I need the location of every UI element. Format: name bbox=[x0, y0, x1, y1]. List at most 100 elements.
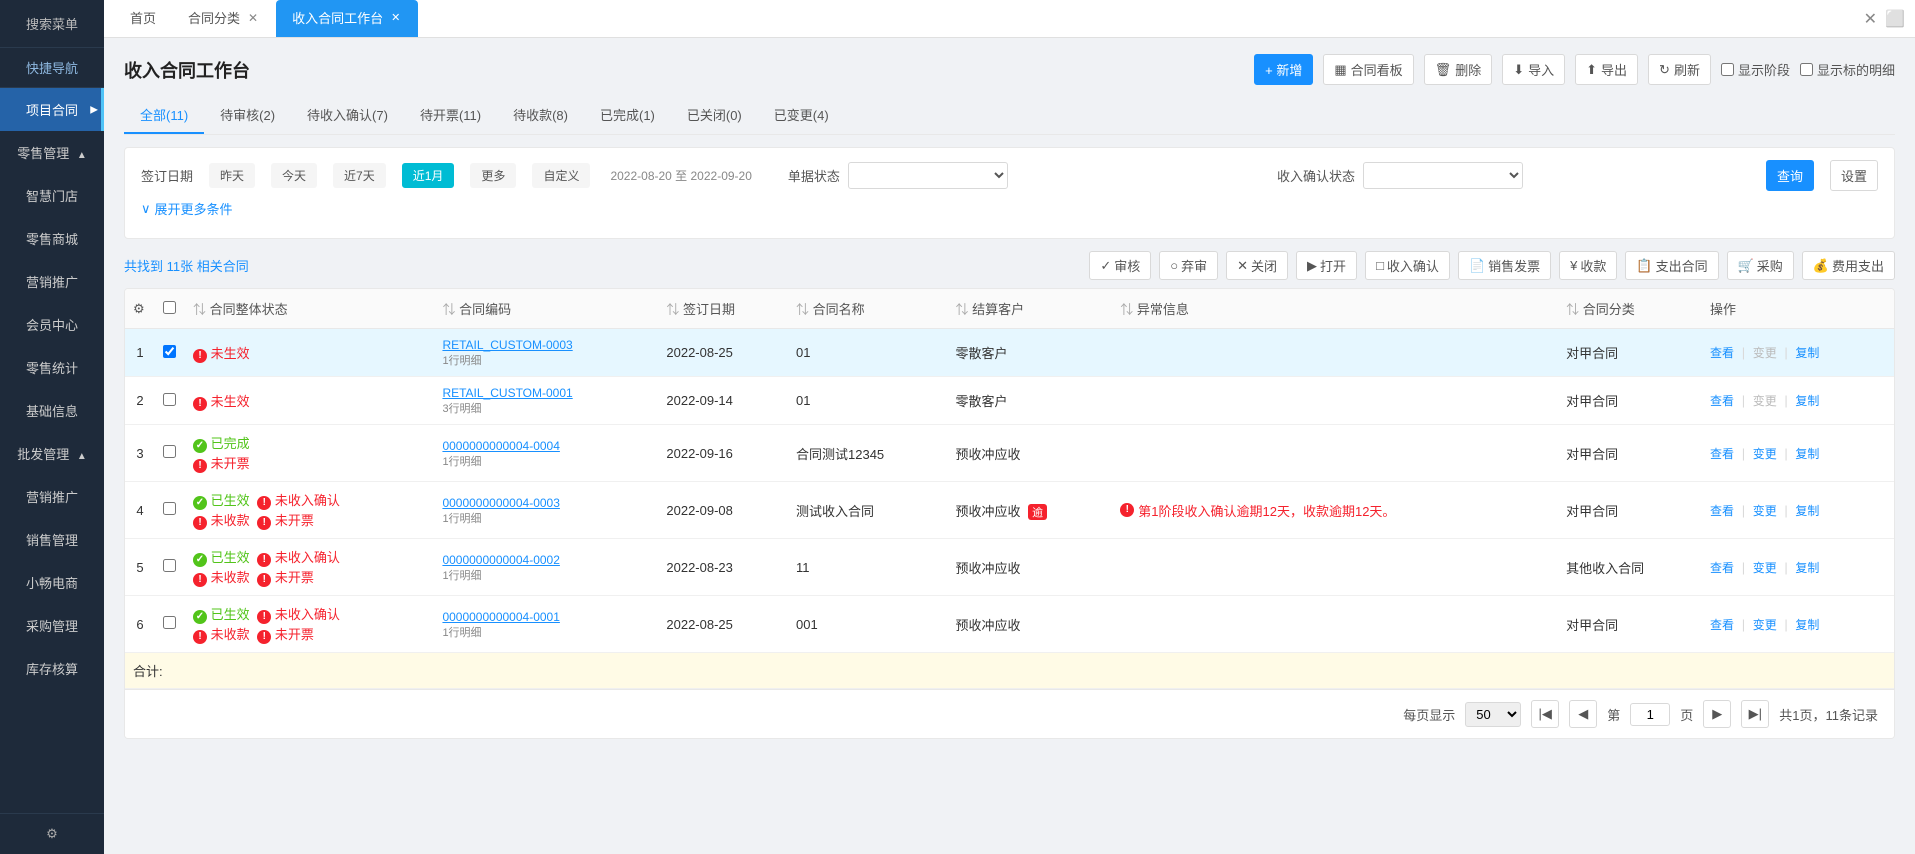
action-expense-contract-button[interactable]: 📋 支出合同 bbox=[1625, 251, 1718, 280]
tab-home[interactable]: 首页 bbox=[114, 0, 172, 37]
sidebar-item-inventory[interactable]: 库存核算 bbox=[0, 647, 104, 690]
sidebar-item-retail-mgmt[interactable]: 零售管理 ▲ bbox=[0, 131, 104, 174]
contract-code-link[interactable]: RETAIL_CUSTOM-0001 bbox=[442, 386, 572, 400]
change-button[interactable]: 变更 bbox=[1753, 561, 1777, 575]
page-size-select[interactable]: 50 10 20 100 bbox=[1465, 702, 1521, 727]
sidebar-item-marketing[interactable]: 营销推广 bbox=[0, 260, 104, 303]
sidebar-item-retail-stats[interactable]: 零售统计 bbox=[0, 346, 104, 389]
copy-button[interactable]: 复制 bbox=[1795, 561, 1819, 575]
filter-tag-today[interactable]: 今天 bbox=[271, 163, 317, 188]
sidebar-item-xiaochangec[interactable]: 小畅电商 bbox=[0, 561, 104, 604]
row-checkbox[interactable] bbox=[155, 482, 185, 539]
view-button[interactable]: 查看 bbox=[1710, 447, 1734, 461]
select-all-checkbox[interactable] bbox=[163, 301, 176, 314]
show-details-checkbox[interactable]: 显示标的明细 bbox=[1800, 60, 1895, 79]
row-checkbox[interactable] bbox=[155, 596, 185, 653]
action-review-button[interactable]: ✓ 审核 bbox=[1089, 251, 1151, 280]
sidebar-item-project[interactable]: 项目合同 ▶ bbox=[0, 88, 104, 131]
settings-button[interactable]: 设置 bbox=[1830, 160, 1878, 191]
status-tab-pending-income[interactable]: 待收入确认(7) bbox=[291, 97, 404, 134]
contract-code-link[interactable]: 0000000000004-0001 bbox=[442, 610, 559, 624]
action-collect-payment-button[interactable]: ¥ 收款 bbox=[1559, 251, 1617, 280]
status-tab-all[interactable]: 全部(11) bbox=[124, 97, 204, 134]
filter-tag-yesterday[interactable]: 昨天 bbox=[209, 163, 255, 188]
copy-button[interactable]: 复制 bbox=[1795, 504, 1819, 518]
query-button[interactable]: 查询 bbox=[1766, 160, 1814, 191]
contract-board-button[interactable]: ▦ 合同看板 bbox=[1323, 54, 1413, 85]
status-tab-closed[interactable]: 已关闭(0) bbox=[671, 97, 758, 134]
view-button[interactable]: 查看 bbox=[1710, 561, 1734, 575]
copy-button[interactable]: 复制 bbox=[1795, 618, 1819, 632]
tab-close-icon[interactable]: ✕ bbox=[246, 11, 260, 25]
view-button[interactable]: 查看 bbox=[1710, 618, 1734, 632]
contract-code-link[interactable]: 0000000000004-0002 bbox=[442, 553, 559, 567]
prev-page-button[interactable]: ◀ bbox=[1569, 700, 1597, 728]
refresh-button[interactable]: ↻ 刷新 bbox=[1648, 54, 1711, 85]
show-stage-checkbox[interactable]: 显示阶段 bbox=[1721, 60, 1790, 79]
status-tab-pending-payment[interactable]: 待收款(8) bbox=[497, 97, 584, 134]
action-open-button[interactable]: ▶ 打开 bbox=[1296, 251, 1357, 280]
action-purchase-button[interactable]: 🛒 采购 bbox=[1727, 251, 1794, 280]
sidebar-item-member[interactable]: 会员中心 bbox=[0, 303, 104, 346]
settings-icon[interactable]: ⚙ bbox=[133, 301, 145, 316]
new-button[interactable]: + 新增 bbox=[1254, 54, 1313, 85]
sidebar-nav[interactable]: 快捷导航 bbox=[0, 48, 104, 88]
copy-button[interactable]: 复制 bbox=[1795, 346, 1819, 360]
row-checkbox[interactable] bbox=[155, 377, 185, 425]
view-button[interactable]: 查看 bbox=[1710, 346, 1734, 360]
filter-tag-custom[interactable]: 自定义 bbox=[532, 163, 590, 188]
copy-button[interactable]: 复制 bbox=[1795, 394, 1819, 408]
sidebar-item-purchase-mgmt[interactable]: 采购管理 bbox=[0, 604, 104, 647]
action-sales-invoice-button[interactable]: 📄 销售发票 bbox=[1458, 251, 1551, 280]
last-page-button[interactable]: ▶| bbox=[1741, 700, 1769, 728]
sidebar-item-retail-mall[interactable]: 零售商城 bbox=[0, 217, 104, 260]
contract-code-link[interactable]: 0000000000004-0004 bbox=[442, 439, 559, 453]
income-confirm-select[interactable] bbox=[1363, 162, 1523, 189]
sidebar-settings[interactable]: ⚙ bbox=[0, 813, 104, 854]
tab-close-icon[interactable]: ✕ bbox=[389, 11, 402, 24]
view-button[interactable]: 查看 bbox=[1710, 394, 1734, 408]
action-expense-out-button[interactable]: 💰 费用支出 bbox=[1802, 251, 1895, 280]
page-input[interactable] bbox=[1630, 703, 1670, 726]
sidebar-item-sales-mgmt[interactable]: 销售管理 bbox=[0, 518, 104, 561]
change-button[interactable]: 变更 bbox=[1753, 618, 1777, 632]
th-checkbox[interactable] bbox=[155, 289, 185, 329]
filter-tag-7days[interactable]: 近7天 bbox=[333, 163, 386, 188]
contract-code-link[interactable]: RETAIL_CUSTOM-0003 bbox=[442, 338, 572, 352]
tab-income-contract[interactable]: 收入合同工作台 ✕ bbox=[276, 0, 418, 37]
doc-status-select[interactable] bbox=[848, 162, 1008, 189]
minimize-icon[interactable]: ✕ bbox=[1864, 9, 1877, 29]
tab-contract-category[interactable]: 合同分类 ✕ bbox=[172, 0, 276, 37]
row-checkbox[interactable] bbox=[155, 539, 185, 596]
th-settings[interactable]: ⚙ bbox=[125, 289, 155, 329]
copy-button[interactable]: 复制 bbox=[1795, 447, 1819, 461]
sidebar-item-wholesale-mgmt[interactable]: 批发管理 ▲ bbox=[0, 432, 104, 475]
sidebar-item-marketing2[interactable]: 营销推广 bbox=[0, 475, 104, 518]
filter-tag-1month[interactable]: 近1月 bbox=[402, 163, 455, 188]
export-button[interactable]: ⬆ 导出 bbox=[1575, 54, 1638, 85]
status-tab-completed[interactable]: 已完成(1) bbox=[584, 97, 671, 134]
sidebar-item-base-info[interactable]: 基础信息 bbox=[0, 389, 104, 432]
status-tab-pending-invoice[interactable]: 待开票(11) bbox=[404, 97, 497, 134]
row-checkbox[interactable] bbox=[155, 329, 185, 377]
action-close-button[interactable]: ✕ 关闭 bbox=[1226, 251, 1288, 280]
next-page-button[interactable]: ▶ bbox=[1703, 700, 1731, 728]
first-page-button[interactable]: |◀ bbox=[1531, 700, 1559, 728]
maximize-icon[interactable]: ⬜ bbox=[1885, 9, 1905, 29]
status-tab-changed[interactable]: 已变更(4) bbox=[758, 97, 845, 134]
expand-conditions-button[interactable]: ∨ 展开更多条件 bbox=[141, 199, 233, 218]
row-checkbox[interactable] bbox=[155, 425, 185, 482]
sidebar-search[interactable]: 搜索菜单 bbox=[0, 0, 104, 48]
import-button[interactable]: ⬇ 导入 bbox=[1502, 54, 1565, 85]
change-button[interactable]: 变更 bbox=[1753, 504, 1777, 518]
status-tab-pending-review[interactable]: 待审核(2) bbox=[204, 97, 291, 134]
delete-button[interactable]: 🗑 删除 bbox=[1424, 54, 1493, 85]
change-button[interactable]: 变更 bbox=[1753, 447, 1777, 461]
action-abandon-button[interactable]: ○ 弃审 bbox=[1159, 251, 1218, 280]
contract-code-link[interactable]: 0000000000004-0003 bbox=[442, 496, 559, 510]
filter-tag-more[interactable]: 更多 bbox=[470, 163, 516, 188]
row-exception bbox=[1112, 539, 1558, 596]
action-income-confirm-button[interactable]: □ 收入确认 bbox=[1365, 251, 1450, 280]
sidebar-item-smart-store[interactable]: 智慧门店 bbox=[0, 174, 104, 217]
view-button[interactable]: 查看 bbox=[1710, 504, 1734, 518]
